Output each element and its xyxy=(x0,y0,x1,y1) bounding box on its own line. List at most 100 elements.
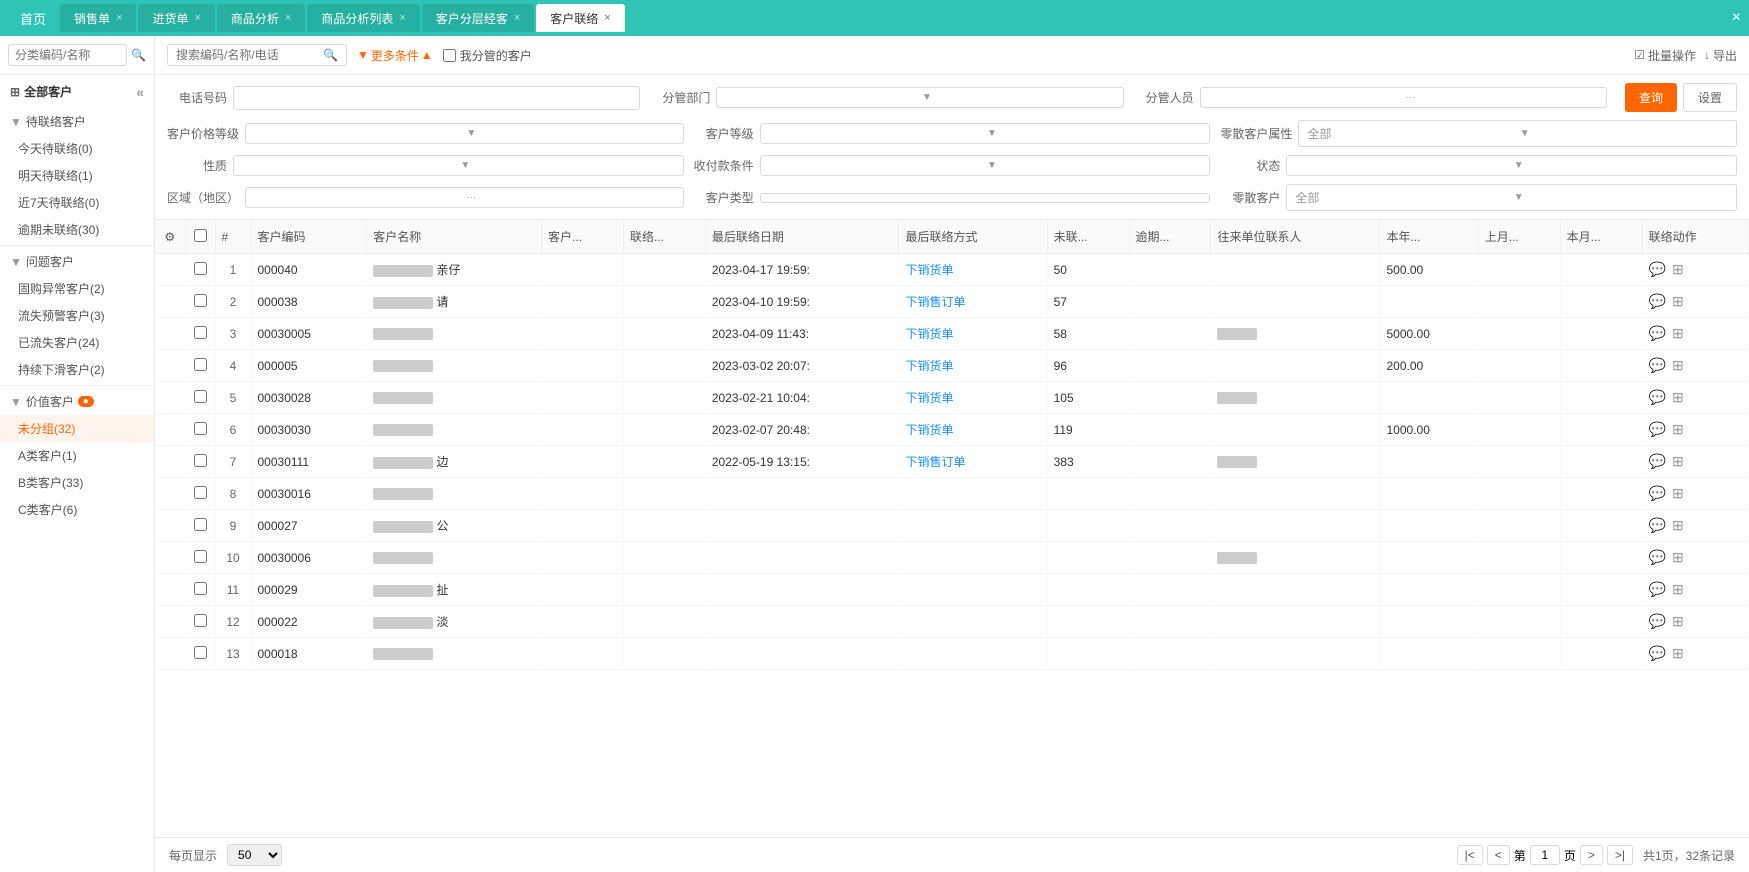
sidebar-item-overdue[interactable]: 逾期未联络(30) xyxy=(0,216,154,243)
grid-action-icon[interactable]: ⊞ xyxy=(1672,613,1684,630)
th-settings[interactable]: ⚙ xyxy=(155,220,185,254)
phone-input[interactable] xyxy=(233,86,640,110)
reset-button[interactable]: 设置 xyxy=(1683,83,1737,112)
home-tab[interactable]: 首页 xyxy=(8,9,58,28)
tab-purchase-order[interactable]: 进货单 × xyxy=(138,4,214,32)
td-checkbox[interactable] xyxy=(185,286,215,318)
td-checkbox[interactable] xyxy=(185,318,215,350)
sidebar-item-abnormal[interactable]: 固购异常客户(2) xyxy=(0,275,154,302)
search-icon[interactable]: 🔍 xyxy=(323,48,338,62)
close-product-analysis-icon[interactable]: × xyxy=(285,12,291,24)
my-customers-check[interactable] xyxy=(443,49,456,62)
sidebar-item-declining[interactable]: 持续下滑客户(2) xyxy=(0,356,154,383)
row-checkbox[interactable] xyxy=(194,390,207,403)
td-settings[interactable] xyxy=(155,318,185,350)
td-checkbox[interactable] xyxy=(185,414,215,446)
grid-action-icon[interactable]: ⊞ xyxy=(1672,549,1684,566)
tab-customer-segment[interactable]: 客户分层经客 × xyxy=(422,4,534,32)
grid-action-icon[interactable]: ⊞ xyxy=(1672,325,1684,342)
grid-action-icon[interactable]: ⊞ xyxy=(1672,293,1684,310)
td-settings[interactable] xyxy=(155,254,185,286)
search-input[interactable] xyxy=(176,48,323,62)
prev-page-button[interactable]: < xyxy=(1487,845,1510,865)
row-checkbox[interactable] xyxy=(194,358,207,371)
export-button[interactable]: ↓ 导出 xyxy=(1704,47,1737,64)
row-checkbox[interactable] xyxy=(194,262,207,275)
td-checkbox[interactable] xyxy=(185,510,215,542)
td-settings[interactable] xyxy=(155,478,185,510)
td-checkbox[interactable] xyxy=(185,446,215,478)
sidebar-all-customers[interactable]: ⊞ 全部客户 « xyxy=(0,75,154,108)
payment-select[interactable]: ▼ xyxy=(760,155,1211,176)
region-select[interactable]: ··· xyxy=(245,187,684,208)
row-checkbox[interactable] xyxy=(194,550,207,563)
page-size-select[interactable]: 50 20 100 xyxy=(227,844,282,866)
td-checkbox[interactable] xyxy=(185,478,215,510)
row-checkbox[interactable] xyxy=(194,614,207,627)
message-icon[interactable]: 💬 xyxy=(1649,389,1666,406)
select-all-checkbox[interactable] xyxy=(194,229,207,242)
sidebar-search-input[interactable] xyxy=(8,44,127,66)
sidebar-item-churn-warning[interactable]: 流失预警客户(3) xyxy=(0,302,154,329)
grid-action-icon[interactable]: ⊞ xyxy=(1672,421,1684,438)
td-checkbox[interactable] xyxy=(185,638,215,670)
scatter-customer-select[interactable]: 全部 ▼ xyxy=(1286,184,1737,211)
td-checkbox[interactable] xyxy=(185,350,215,382)
td-checkbox[interactable] xyxy=(185,542,215,574)
close-all-tabs-icon[interactable]: × xyxy=(1732,9,1741,27)
sidebar-search-icon[interactable]: 🔍 xyxy=(131,48,146,62)
sidebar-item-churned[interactable]: 已流失客户(24) xyxy=(0,329,154,356)
td-settings[interactable] xyxy=(155,350,185,382)
more-conditions-btn[interactable]: ▼ 更多条件 ▲ xyxy=(357,47,433,64)
close-sales-order-icon[interactable]: × xyxy=(116,12,122,24)
grid-action-icon[interactable]: ⊞ xyxy=(1672,645,1684,662)
last-way-link[interactable]: 下销货单 xyxy=(905,391,953,405)
last-way-link[interactable]: 下销售订单 xyxy=(905,295,965,309)
last-way-link[interactable]: 下销售订单 xyxy=(905,455,965,469)
sidebar-item-7days[interactable]: 近7天待联络(0) xyxy=(0,189,154,216)
message-icon[interactable]: 💬 xyxy=(1649,453,1666,470)
grid-action-icon[interactable]: ⊞ xyxy=(1672,581,1684,598)
last-way-link[interactable]: 下销货单 xyxy=(905,263,953,277)
sidebar-item-class-b[interactable]: B类客户(33) xyxy=(0,469,154,496)
td-settings[interactable] xyxy=(155,286,185,318)
td-settings[interactable] xyxy=(155,638,185,670)
message-icon[interactable]: 💬 xyxy=(1649,293,1666,310)
next-page-button[interactable]: > xyxy=(1580,845,1603,865)
manager-select[interactable]: ··· xyxy=(1200,87,1607,108)
message-icon[interactable]: 💬 xyxy=(1649,549,1666,566)
sidebar-item-ungroup[interactable]: 未分组(32) xyxy=(0,415,154,442)
page-number-input[interactable] xyxy=(1530,845,1560,865)
td-settings[interactable] xyxy=(155,542,185,574)
row-checkbox[interactable] xyxy=(194,646,207,659)
customer-level-select[interactable]: ▼ xyxy=(760,123,1211,144)
row-checkbox[interactable] xyxy=(194,582,207,595)
th-checkbox[interactable] xyxy=(185,220,215,254)
status-select[interactable]: ▼ xyxy=(1286,155,1737,176)
scatter-attr-select[interactable]: 全部 ▼ xyxy=(1298,120,1737,147)
batch-ops-button[interactable]: ☑ 批量操作 xyxy=(1634,47,1696,64)
td-settings[interactable] xyxy=(155,606,185,638)
grid-action-icon[interactable]: ⊞ xyxy=(1672,357,1684,374)
td-settings[interactable] xyxy=(155,446,185,478)
sidebar-item-class-c[interactable]: C类客户(6) xyxy=(0,496,154,523)
sidebar-item-class-a[interactable]: A类客户(1) xyxy=(0,442,154,469)
first-page-button[interactable]: |< xyxy=(1457,845,1483,865)
td-checkbox[interactable] xyxy=(185,254,215,286)
grid-action-icon[interactable]: ⊞ xyxy=(1672,517,1684,534)
grid-action-icon[interactable]: ⊞ xyxy=(1672,485,1684,502)
tab-sales-order[interactable]: 销售单 × xyxy=(60,4,136,32)
tab-product-analysis-list[interactable]: 商品分析列表 × xyxy=(307,4,419,32)
nature-select[interactable]: ▼ xyxy=(233,155,684,176)
sidebar-group-value[interactable]: ▼ 价值客户 ● xyxy=(0,388,154,415)
last-way-link[interactable]: 下销货单 xyxy=(905,359,953,373)
message-icon[interactable]: 💬 xyxy=(1649,485,1666,502)
message-icon[interactable]: 💬 xyxy=(1649,517,1666,534)
price-level-select[interactable]: ▼ xyxy=(245,123,684,144)
last-page-button[interactable]: >| xyxy=(1607,845,1633,865)
my-customers-checkbox[interactable]: 我分管的客户 xyxy=(443,47,532,64)
row-checkbox[interactable] xyxy=(194,454,207,467)
message-icon[interactable]: 💬 xyxy=(1649,325,1666,342)
dept-select[interactable]: ▼ xyxy=(716,87,1123,108)
grid-action-icon[interactable]: ⊞ xyxy=(1672,261,1684,278)
